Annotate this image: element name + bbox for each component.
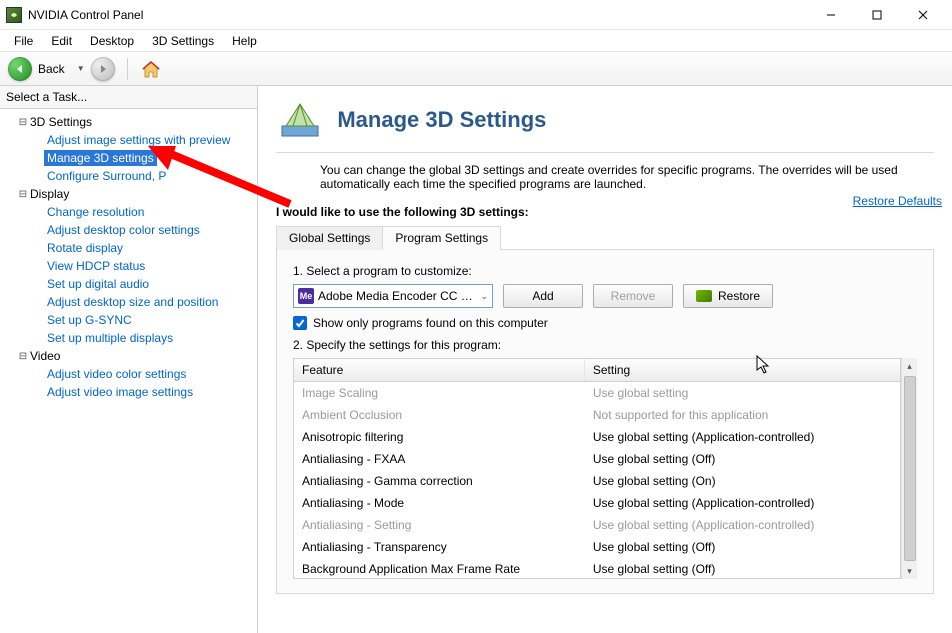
tree-group-display[interactable]: Display bbox=[30, 187, 69, 201]
show-only-label: Show only programs found on this compute… bbox=[313, 316, 548, 330]
menu-3d-settings[interactable]: 3D Settings bbox=[144, 32, 222, 50]
tabs: Global Settings Program Settings bbox=[276, 226, 934, 250]
column-feature[interactable]: Feature bbox=[294, 359, 585, 381]
nvidia-badge-icon bbox=[696, 290, 712, 302]
menu-file[interactable]: File bbox=[6, 32, 41, 50]
tree-item-video-color[interactable]: Adjust video color settings bbox=[44, 366, 189, 382]
sidebar-header: Select a Task... bbox=[0, 86, 257, 109]
table-row[interactable]: Background Application Max Frame RateUse… bbox=[294, 558, 900, 578]
restore-button[interactable]: Restore bbox=[683, 284, 773, 308]
tree-item-adjust-image-settings[interactable]: Adjust image settings with preview bbox=[44, 132, 233, 148]
minimize-button[interactable] bbox=[808, 0, 854, 30]
forward-button[interactable] bbox=[91, 57, 115, 81]
toolbar: Back ▼ bbox=[0, 52, 952, 86]
nvidia-app-icon bbox=[6, 7, 22, 23]
cell-feature: Anisotropic filtering bbox=[294, 428, 585, 446]
page-description: You can change the global 3D settings an… bbox=[320, 163, 920, 191]
section-label: I would like to use the following 3D set… bbox=[276, 205, 934, 219]
restore-defaults-link[interactable]: Restore Defaults bbox=[853, 194, 942, 208]
tree-item-multiple-displays[interactable]: Set up multiple displays bbox=[44, 330, 176, 346]
tab-program-settings[interactable]: Program Settings bbox=[382, 226, 501, 250]
table-row[interactable]: Ambient OcclusionNot supported for this … bbox=[294, 404, 900, 426]
cell-setting: Use global setting (Application-controll… bbox=[585, 516, 900, 534]
toolbar-separator bbox=[127, 58, 128, 80]
tree-item-manage-3d-settings[interactable]: Manage 3D settings bbox=[44, 150, 157, 166]
tree-group-video[interactable]: Video bbox=[30, 349, 60, 363]
cell-feature: Image Scaling bbox=[294, 384, 585, 402]
tree-item-change-resolution[interactable]: Change resolution bbox=[44, 204, 147, 220]
step2-label: 2. Specify the settings for this program… bbox=[293, 338, 917, 352]
tab-global-settings[interactable]: Global Settings bbox=[276, 226, 383, 250]
back-label: Back bbox=[38, 62, 65, 76]
back-button[interactable] bbox=[8, 57, 32, 81]
cell-setting: Use global setting (Off) bbox=[585, 538, 900, 556]
table-row[interactable]: Antialiasing - ModeUse global setting (A… bbox=[294, 492, 900, 514]
close-button[interactable] bbox=[900, 0, 946, 30]
cell-setting: Not supported for this application bbox=[585, 406, 900, 424]
tree-item-configure-surround[interactable]: Configure Surround, P bbox=[44, 168, 169, 184]
home-button[interactable] bbox=[140, 58, 162, 80]
cell-feature: Antialiasing - FXAA bbox=[294, 450, 585, 468]
page-title: Manage 3D Settings bbox=[337, 107, 546, 133]
cell-feature: Antialiasing - Mode bbox=[294, 494, 585, 512]
table-row[interactable]: Antialiasing - TransparencyUse global se… bbox=[294, 536, 900, 558]
cell-feature: Ambient Occlusion bbox=[294, 406, 585, 424]
scroll-up-icon[interactable]: ▴ bbox=[902, 358, 918, 374]
table-row[interactable]: Image ScalingUse global setting bbox=[294, 382, 900, 404]
menubar: File Edit Desktop 3D Settings Help bbox=[0, 30, 952, 52]
cell-feature: Antialiasing - Setting bbox=[294, 516, 585, 534]
menu-help[interactable]: Help bbox=[224, 32, 265, 50]
menu-desktop[interactable]: Desktop bbox=[82, 32, 142, 50]
tree-item-gsync[interactable]: Set up G-SYNC bbox=[44, 312, 135, 328]
tree-item-desktop-size-position[interactable]: Adjust desktop size and position bbox=[44, 294, 221, 310]
table-row[interactable]: Antialiasing - Gamma correctionUse globa… bbox=[294, 470, 900, 492]
tree-item-rotate-display[interactable]: Rotate display bbox=[44, 240, 126, 256]
tree-collapse-icon[interactable]: ⊟ bbox=[16, 117, 30, 128]
cell-setting: Use global setting (Application-controll… bbox=[585, 428, 900, 446]
tab-page-program-settings: 1. Select a program to customize: Me Ado… bbox=[276, 249, 934, 594]
cell-feature: Antialiasing - Transparency bbox=[294, 538, 585, 556]
page-logo-icon bbox=[276, 96, 324, 144]
cell-setting: Use global setting (Application-controll… bbox=[585, 494, 900, 512]
tree-item-adjust-desktop-color[interactable]: Adjust desktop color settings bbox=[44, 222, 203, 238]
tree-collapse-icon[interactable]: ⊟ bbox=[16, 351, 30, 362]
show-only-checkbox[interactable] bbox=[293, 316, 307, 330]
table-scrollbar[interactable]: ▴ ▾ bbox=[901, 358, 917, 579]
add-button[interactable]: Add bbox=[503, 284, 583, 308]
tree-collapse-icon[interactable]: ⊟ bbox=[16, 189, 30, 200]
tree-item-view-hdcp[interactable]: View HDCP status bbox=[44, 258, 148, 274]
column-setting[interactable]: Setting bbox=[585, 359, 900, 381]
tree-item-digital-audio[interactable]: Set up digital audio bbox=[44, 276, 152, 292]
cell-setting: Use global setting (On) bbox=[585, 472, 900, 490]
menu-edit[interactable]: Edit bbox=[43, 32, 80, 50]
tree-group-3d-settings[interactable]: 3D Settings bbox=[30, 115, 92, 129]
remove-button[interactable]: Remove bbox=[593, 284, 673, 308]
table-row[interactable]: Antialiasing - FXAAUse global setting (O… bbox=[294, 448, 900, 470]
scroll-down-icon[interactable]: ▾ bbox=[902, 563, 918, 579]
step1-label: 1. Select a program to customize: bbox=[293, 264, 917, 278]
main-content: Manage 3D Settings Restore Defaults You … bbox=[258, 86, 952, 633]
sidebar: Select a Task... ⊟3D Settings Adjust ima… bbox=[0, 86, 258, 633]
task-tree: ⊟3D Settings Adjust image settings with … bbox=[0, 109, 257, 633]
table-row[interactable]: Antialiasing - SettingUse global setting… bbox=[294, 514, 900, 536]
chevron-down-icon: ⌄ bbox=[476, 291, 488, 302]
titlebar: NVIDIA Control Panel bbox=[0, 0, 952, 30]
program-select-value: Adobe Media Encoder CC (adob... bbox=[318, 289, 476, 303]
cell-setting: Use global setting (Off) bbox=[585, 560, 900, 578]
restore-button-label: Restore bbox=[718, 289, 760, 303]
back-history-dropdown[interactable]: ▼ bbox=[77, 64, 85, 73]
maximize-button[interactable] bbox=[854, 0, 900, 30]
tree-item-video-image[interactable]: Adjust video image settings bbox=[44, 384, 196, 400]
cell-setting: Use global setting (Off) bbox=[585, 450, 900, 468]
cell-feature: Background Application Max Frame Rate bbox=[294, 560, 585, 578]
cell-setting: Use global setting bbox=[585, 384, 900, 402]
cell-feature: Antialiasing - Gamma correction bbox=[294, 472, 585, 490]
adobe-me-icon: Me bbox=[298, 288, 314, 304]
program-select[interactable]: Me Adobe Media Encoder CC (adob... ⌄ bbox=[293, 284, 493, 308]
window-title: NVIDIA Control Panel bbox=[28, 8, 143, 22]
settings-table: Feature Setting Image ScalingUse global … bbox=[293, 358, 901, 579]
scroll-thumb[interactable] bbox=[904, 376, 916, 561]
title-separator bbox=[276, 152, 934, 153]
table-row[interactable]: Anisotropic filteringUse global setting … bbox=[294, 426, 900, 448]
